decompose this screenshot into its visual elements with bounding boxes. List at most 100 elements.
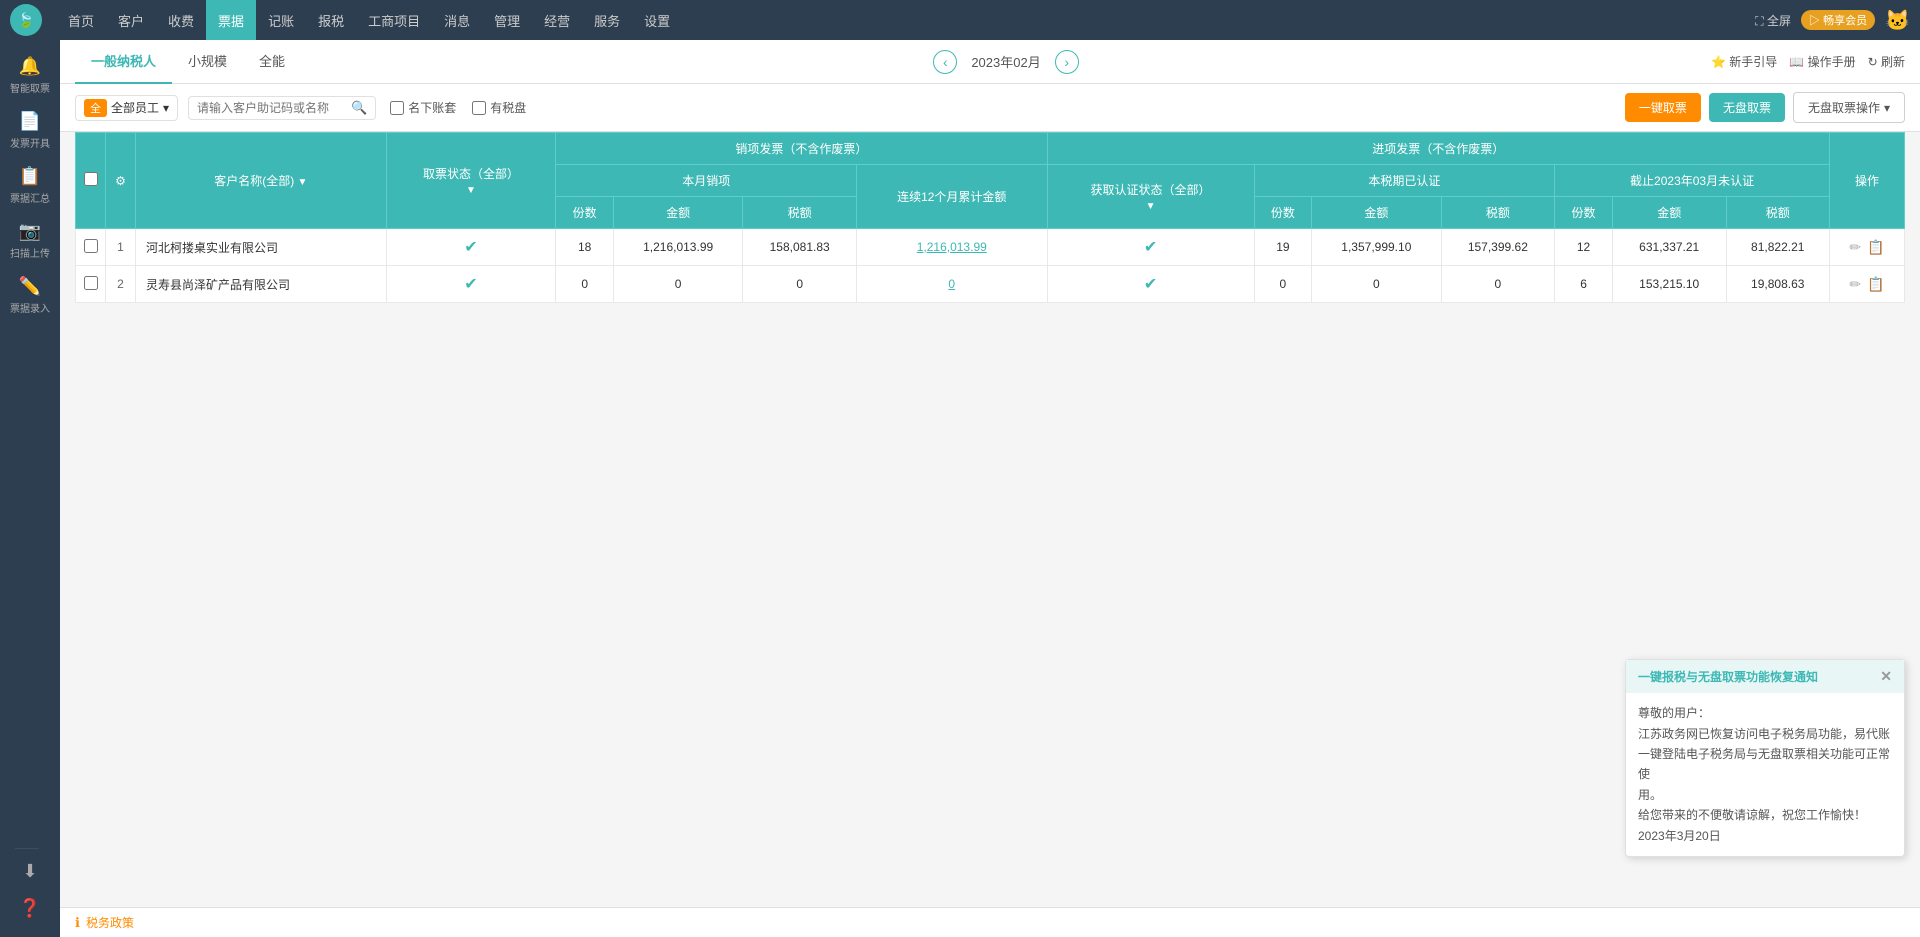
nav-item-记账[interactable]: 记账 — [256, 0, 306, 40]
sidebar-item-help[interactable]: ❓ — [15, 890, 45, 927]
fullscreen-btn[interactable]: ⛶ 全屏 — [1755, 12, 1791, 29]
row-checkbox-cell[interactable] — [76, 229, 106, 266]
select-all-checkbox[interactable] — [84, 172, 98, 186]
row-uncert-count: 6 — [1555, 266, 1613, 303]
th-cumulative: 连续12个月累计金额 — [857, 165, 1047, 229]
table-header-group-row: ⚙ 客户名称(全部) ▼ 取票状态（全部） ▼ 销项发票（不含作废票） 进项发票… — [76, 133, 1905, 165]
row-fetch-status: ✔ — [386, 229, 556, 266]
cumulative-link[interactable]: 1,216,013.99 — [917, 240, 987, 254]
copy-icon[interactable]: 📋 — [1867, 276, 1884, 293]
row-cert-status: ✔ — [1047, 229, 1254, 266]
table-body: 1 河北柯搂桌实业有限公司 ✔ 18 1,216,013.99 158,081.… — [76, 229, 1905, 303]
new-guide-link[interactable]: ⭐ 新手引导 — [1711, 53, 1777, 70]
row-purch-count: 19 — [1254, 229, 1312, 266]
edit-icon[interactable]: ✏ — [1849, 276, 1861, 293]
no-disk-btn[interactable]: 无盘取票 — [1709, 93, 1785, 122]
sidebar-bottom: ⬇ ❓ — [15, 844, 45, 937]
next-period-btn[interactable]: › — [1055, 50, 1079, 74]
th-purch-amount: 金额 — [1312, 197, 1441, 229]
th-settings: ⚙ — [106, 133, 136, 229]
nav-item-收费[interactable]: 收费 — [156, 0, 206, 40]
bottom-bar: ℹ 税务政策 — [60, 907, 1920, 937]
row-uncert-amount: 631,337.21 — [1612, 229, 1726, 266]
nav-item-消息[interactable]: 消息 — [432, 0, 482, 40]
th-sales-tax: 税额 — [743, 197, 857, 229]
sidebar-item-智能取票[interactable]: 🔔智能取票 — [6, 48, 54, 103]
no-disk-ops-btn[interactable]: 无盘取票操作 ▾ — [1793, 92, 1905, 123]
sidebar-item-发票开具[interactable]: 📄发票开具 — [6, 103, 54, 158]
fetch-all-btn[interactable]: 一键取票 — [1625, 93, 1701, 122]
th-customer: 客户名称(全部) ▼ — [136, 133, 387, 229]
tab-一般纳税人[interactable]: 一般纳税人 — [75, 40, 172, 84]
manual-link[interactable]: 📖 操作手册 — [1789, 53, 1855, 70]
sidebar-item-扫描上传[interactable]: 📷扫描上传 — [6, 213, 54, 268]
sidebar-item-票据录入[interactable]: ✏️票据录入 — [6, 268, 54, 323]
edit-icon[interactable]: ✏ — [1849, 239, 1861, 256]
nav-item-报税[interactable]: 报税 — [306, 0, 356, 40]
row-company: 灵寿县尚泽矿产品有限公司 — [136, 266, 387, 303]
dropdown-ops-icon: ▾ — [1884, 101, 1890, 115]
name-account-input[interactable] — [390, 101, 404, 115]
nav-item-客户[interactable]: 客户 — [106, 0, 156, 40]
row-checkbox[interactable] — [84, 276, 98, 290]
row-purch-amount: 1,357,999.10 — [1312, 229, 1441, 266]
tax-policy-link[interactable]: 税务政策 — [86, 914, 134, 931]
nav-item-服务[interactable]: 服务 — [582, 0, 632, 40]
svg-text:🍃: 🍃 — [17, 11, 34, 29]
nav-item-经营[interactable]: 经营 — [532, 0, 582, 40]
tax-disk-checkbox[interactable]: 有税盘 — [472, 99, 526, 116]
row-actions: ✏ 📋 — [1829, 229, 1904, 266]
row-uncert-tax: 19,808.63 — [1726, 266, 1829, 303]
name-account-checkbox[interactable]: 名下账套 — [390, 99, 456, 116]
row-checkbox[interactable] — [84, 239, 98, 253]
copy-icon[interactable]: 📋 — [1867, 239, 1884, 256]
notification-line: 2023年3月20日 — [1638, 826, 1892, 846]
notification-line: 尊敬的用户： — [1638, 703, 1892, 723]
th-cert-status: 获取认证状态（全部） ▼ — [1047, 165, 1254, 229]
help-icon: ❓ — [19, 898, 41, 919]
row-uncert-tax: 81,822.21 — [1726, 229, 1829, 266]
search-icon[interactable]: 🔍 — [351, 100, 367, 116]
row-uncert-count: 12 — [1555, 229, 1613, 266]
refresh-link[interactable]: ↻ 刷新 — [1868, 53, 1905, 70]
tax-disk-label: 有税盘 — [490, 99, 526, 116]
sidebar-label: 票据录入 — [10, 300, 50, 315]
th-purch-tax: 税额 — [1441, 197, 1555, 229]
employee-filter[interactable]: 全 全部员工 ▾ — [75, 95, 178, 121]
avatar-icon[interactable]: 🐱 — [1885, 8, 1910, 33]
th-uncert-tax: 税额 — [1726, 197, 1829, 229]
settings-icon[interactable]: ⚙ — [115, 174, 126, 188]
tab-bar: 一般纳税人小规模全能 ‹ 2023年02月 › ⭐ 新手引导 📖 操作手册 ↻ … — [60, 40, 1920, 84]
search-input[interactable] — [197, 101, 347, 115]
download-icon: ⬇ — [22, 861, 37, 882]
toolbar: 全 全部员工 ▾ 🔍 名下账套 有税盘 一键取票 无盘取票 — [60, 84, 1920, 132]
nav-item-工商项目[interactable]: 工商项目 — [356, 0, 432, 40]
cert-filter-icon[interactable]: ▼ — [1146, 201, 1156, 212]
tab-navigation: ‹ 2023年02月 › — [933, 50, 1078, 74]
prev-period-btn[interactable]: ‹ — [933, 50, 957, 74]
sidebar-icon: 📄 — [19, 111, 41, 132]
th-purchase-group: 进项发票（不含作废票） — [1047, 133, 1829, 165]
nav-item-票据[interactable]: 票据 — [206, 0, 256, 40]
cumulative-link[interactable]: 0 — [948, 277, 955, 291]
notification-close-btn[interactable]: ✕ — [1880, 668, 1892, 685]
row-cumulative: 1,216,013.99 — [857, 229, 1047, 266]
nav-item-首页[interactable]: 首页 — [56, 0, 106, 40]
row-sales-amount: 1,216,013.99 — [613, 229, 742, 266]
th-checkbox — [76, 133, 106, 229]
tab-全能[interactable]: 全能 — [243, 40, 301, 84]
tax-disk-input[interactable] — [472, 101, 486, 115]
app-logo[interactable]: 🍃 — [10, 4, 42, 36]
sidebar-item-票据汇总[interactable]: 📋票据汇总 — [6, 158, 54, 213]
filter-icon[interactable]: ▼ — [298, 177, 308, 188]
row-purch-tax: 157,399.62 — [1441, 229, 1555, 266]
vip-btn[interactable]: ▷ 畅享会员 — [1801, 10, 1875, 30]
table-row: 2 灵寿县尚泽矿产品有限公司 ✔ 0 0 0 0 ✔ 0 0 0 6 153,2… — [76, 266, 1905, 303]
fetch-filter-icon[interactable]: ▼ — [466, 185, 476, 196]
row-uncert-amount: 153,215.10 — [1612, 266, 1726, 303]
tab-小规模[interactable]: 小规模 — [172, 40, 243, 84]
row-checkbox-cell[interactable] — [76, 266, 106, 303]
nav-item-设置[interactable]: 设置 — [632, 0, 682, 40]
nav-item-管理[interactable]: 管理 — [482, 0, 532, 40]
sidebar-item-download[interactable]: ⬇ — [15, 853, 45, 890]
